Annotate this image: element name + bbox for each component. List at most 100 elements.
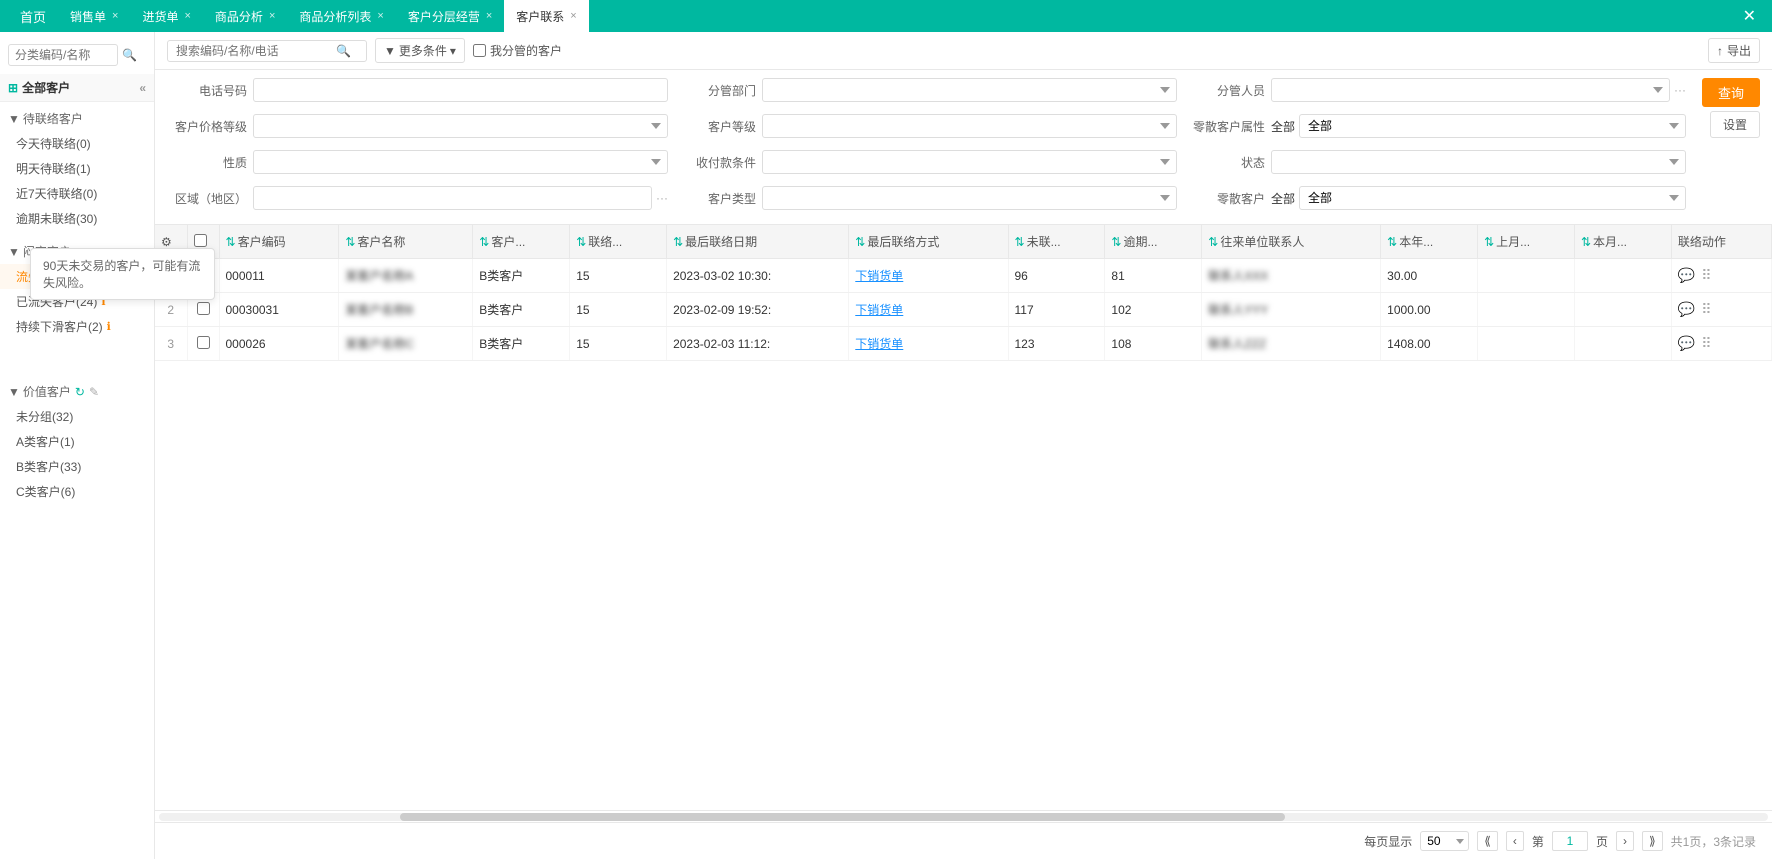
action-chat-icon-3[interactable]: 💬 <box>1678 335 1695 352</box>
th-contact2[interactable]: ⇅往来单位联系人 <box>1202 225 1381 259</box>
sidebar-item-overdue[interactable]: 逾期未联络(30) <box>0 206 154 231</box>
filter-region-input[interactable] <box>253 186 652 210</box>
td-lastmethod-2[interactable]: 下销货单 <box>849 293 1008 327</box>
filter-payment-select[interactable] <box>762 150 1177 174</box>
query-button[interactable]: 查询 <box>1702 78 1760 107</box>
nav-tab-analysis[interactable]: 商品分析 × <box>203 0 287 32</box>
action-chat-icon-1[interactable]: 💬 <box>1678 267 1695 284</box>
th-last-date[interactable]: ⇅最后联络日期 <box>667 225 849 259</box>
filter-row-3: 性质 收付款条件 状态 <box>167 150 1686 174</box>
filter-manager-dots[interactable]: ··· <box>1674 83 1686 97</box>
filter-nature-label: 性质 <box>167 154 247 171</box>
filter-more-btn[interactable]: ▼ 更多条件 ▾ <box>375 38 465 63</box>
filter-customer-grade-select[interactable] <box>762 114 1177 138</box>
nav-tab-purchase[interactable]: 进货单 × <box>130 0 202 32</box>
sidebar-item-today[interactable]: 今天待联络(0) <box>0 131 154 156</box>
close-purchase-tab[interactable]: × <box>184 10 190 22</box>
td-contact2-3: 联系人ZZZ <box>1202 327 1381 361</box>
th-this-month[interactable]: ⇅本月... <box>1574 225 1671 259</box>
action-more-icon-3[interactable]: ⠿ <box>1701 335 1711 352</box>
row-checkbox-2[interactable] <box>197 302 210 315</box>
close-analysis-list-tab[interactable]: × <box>377 10 383 22</box>
th-overdue[interactable]: ⇅逾期... <box>1105 225 1202 259</box>
td-checkbox-3[interactable] <box>187 327 219 361</box>
filter-status-select[interactable] <box>1271 150 1686 174</box>
th-uncontacted[interactable]: ⇅未联... <box>1008 225 1105 259</box>
collapse-icon: « <box>139 81 146 95</box>
filter-dept-select[interactable] <box>762 78 1177 102</box>
sidebar-item-a-class[interactable]: A类客户(1) <box>0 429 154 454</box>
filter-ctype-select[interactable] <box>762 186 1177 210</box>
action-more-icon-1[interactable]: ⠿ <box>1701 267 1711 284</box>
td-contact2-2: 联系人YYY <box>1202 293 1381 327</box>
action-chat-icon-2[interactable]: 💬 <box>1678 301 1695 318</box>
filter-retail-select[interactable]: 全部 <box>1299 186 1686 210</box>
filter-price-grade-select[interactable] <box>253 114 668 138</box>
page-first-btn[interactable]: ⟪ <box>1477 831 1498 851</box>
settings-button[interactable]: 设置 <box>1710 111 1760 138</box>
page-input[interactable] <box>1552 831 1588 851</box>
filter-retail-label: 零散客户 <box>1185 190 1265 207</box>
value-refresh-icon[interactable]: ↻ <box>75 385 85 399</box>
page-next-btn[interactable]: › <box>1616 831 1634 851</box>
sidebar-item-b-class[interactable]: B类客户(33) <box>0 454 154 479</box>
nav-tab-sales[interactable]: 销售单 × <box>58 0 130 32</box>
toolbar-search-input[interactable] <box>176 44 336 58</box>
close-customer-layer-tab[interactable]: × <box>486 10 492 22</box>
select-all-checkbox[interactable] <box>194 234 207 247</box>
section-value-label: 价值客户 <box>23 383 71 400</box>
th-type[interactable]: ⇅客户... <box>473 225 570 259</box>
close-customer-contact-tab[interactable]: × <box>570 10 576 22</box>
sidebar-item-c-class[interactable]: C类客户(6) <box>0 479 154 504</box>
my-customers-checkbox-label[interactable]: 我分管的客户 <box>473 42 562 59</box>
th-code[interactable]: ⇅客户编码 <box>219 225 339 259</box>
filter-retail-attr-select[interactable]: 全部 <box>1299 114 1686 138</box>
sidebar-item-7days[interactable]: 近7天待联络(0) <box>0 181 154 206</box>
nav-home[interactable]: 首页 <box>8 7 58 26</box>
th-last-method[interactable]: ⇅最后联络方式 <box>849 225 1008 259</box>
page-size-select[interactable]: 50 20 100 <box>1420 831 1469 851</box>
td-lastdate-3: 2023-02-03 11:12: <box>667 327 849 361</box>
scroll-thumb[interactable] <box>400 813 1285 821</box>
td-lastmethod-1[interactable]: 下销货单 <box>849 259 1008 293</box>
export-icon: ↑ <box>1717 44 1723 58</box>
page-last-btn[interactable]: ⟫ <box>1642 831 1663 851</box>
nav-tab-customer-layer[interactable]: 客户分层经营 × <box>396 0 504 32</box>
nav-close-button[interactable]: ✕ <box>1735 6 1764 26</box>
toolbar-search-icon[interactable]: 🔍 <box>336 44 351 58</box>
close-sales-tab[interactable]: × <box>112 10 118 22</box>
section-value-title[interactable]: ▼ 价值客户 ↻ ✎ <box>0 379 154 404</box>
sidebar-search-input[interactable] <box>8 44 118 66</box>
td-contact2-1: 联系人XXX <box>1202 259 1381 293</box>
sidebar-item-declining[interactable]: 持续下滑客户(2) ℹ <box>0 314 154 339</box>
action-more-icon-2[interactable]: ⠿ <box>1701 301 1711 318</box>
th-name[interactable]: ⇅客户名称 <box>339 225 473 259</box>
nav-tab-customer-contact[interactable]: 客户联系 × <box>504 0 588 32</box>
sidebar-search-icon[interactable]: 🔍 <box>122 48 137 62</box>
page-unit: 页 <box>1596 833 1608 850</box>
td-lastmethod-3[interactable]: 下销货单 <box>849 327 1008 361</box>
all-customers-header[interactable]: ⊞ 全部客户 « <box>0 74 154 102</box>
td-type-2: B类客户 <box>473 293 570 327</box>
filter-dept-label: 分管部门 <box>676 82 756 99</box>
horizontal-scrollbar[interactable] <box>155 810 1772 822</box>
filter-manager-select[interactable] <box>1271 78 1670 102</box>
th-this-year[interactable]: ⇅本年... <box>1381 225 1478 259</box>
my-customers-checkbox[interactable] <box>473 44 486 57</box>
close-analysis-tab[interactable]: × <box>269 10 275 22</box>
page-prev-btn[interactable]: ‹ <box>1506 831 1524 851</box>
th-last-month[interactable]: ⇅上月... <box>1478 225 1575 259</box>
filter-phone-input[interactable] <box>253 78 668 102</box>
row-checkbox-3[interactable] <box>197 336 210 349</box>
th-contact[interactable]: ⇅联络... <box>570 225 667 259</box>
sidebar-item-tomorrow[interactable]: 明天待联络(1) <box>0 156 154 181</box>
filter-customer-grade-label: 客户等级 <box>676 118 756 135</box>
sidebar-item-ungroup[interactable]: 未分组(32) <box>0 404 154 429</box>
nav-tab-analysis-list[interactable]: 商品分析列表 × <box>287 0 395 32</box>
value-edit-icon[interactable]: ✎ <box>89 385 99 399</box>
export-button[interactable]: ↑ 导出 <box>1708 38 1760 63</box>
filter-region-dots[interactable]: ··· <box>656 191 668 205</box>
section-pending-title[interactable]: ▼ 待联络客户 <box>0 106 154 131</box>
filter-nature-select[interactable] <box>253 150 668 174</box>
scroll-track[interactable] <box>159 813 1768 821</box>
